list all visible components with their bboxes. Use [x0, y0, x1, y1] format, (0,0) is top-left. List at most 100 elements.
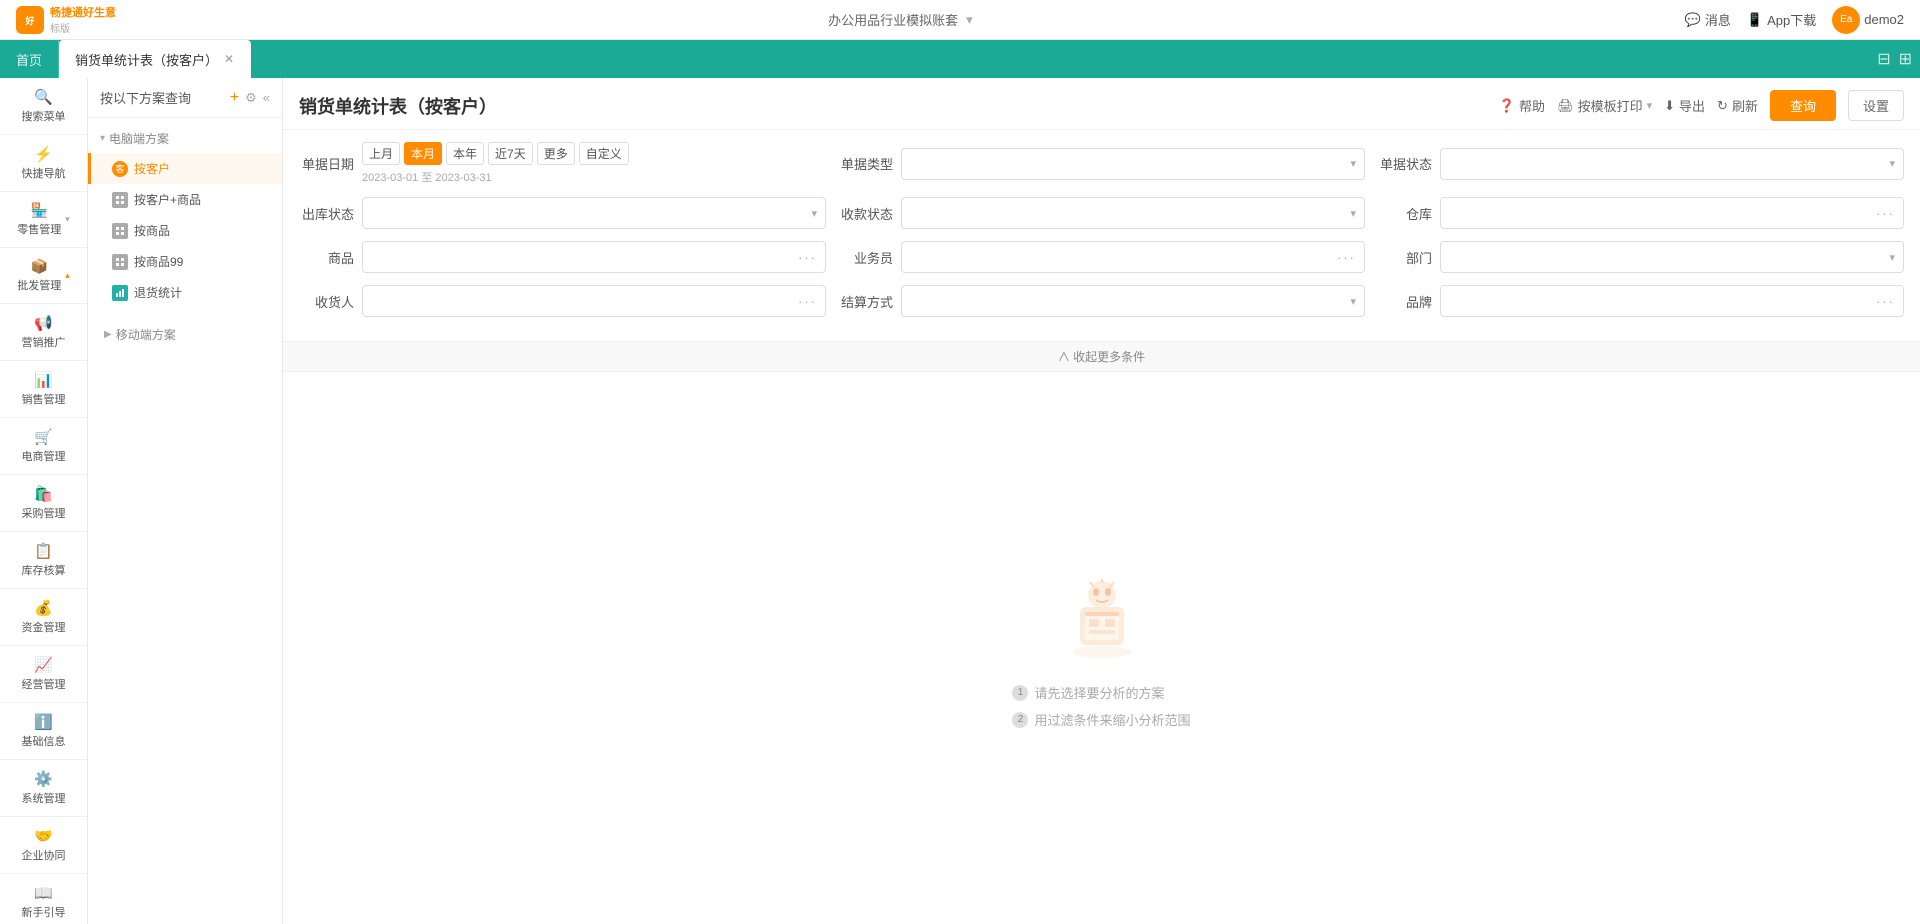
- scheme-by-customer[interactable]: 客 按客户: [88, 153, 282, 184]
- receiver-label: 收货人: [299, 292, 354, 311]
- sales-stat-tab-label: 销货单统计表（按客户）: [75, 50, 218, 69]
- settlement-select[interactable]: ▾: [901, 285, 1365, 317]
- help-btn[interactable]: ❓ 帮助: [1499, 96, 1545, 115]
- logo-icon: 好: [16, 6, 44, 34]
- sidebar-item-marketing[interactable]: 📢 营销推广: [0, 304, 87, 361]
- goods-select[interactable]: ···: [362, 241, 826, 273]
- left-panel-header: 按以下方案查询 + ⚙ «: [88, 78, 282, 118]
- salesperson-label: 业务员: [838, 248, 893, 267]
- sidebar-item-ecommerce[interactable]: 🛒 电商管理: [0, 418, 87, 475]
- scheme-by-goods[interactable]: 按商品: [88, 215, 282, 246]
- chevron-down-icon[interactable]: ▾: [966, 12, 973, 28]
- goods-filter-item: 商品 ···: [299, 241, 826, 273]
- warehouse-label: 仓库: [1377, 204, 1432, 223]
- salesperson-dots-icon: ···: [1337, 250, 1356, 265]
- receiver-select[interactable]: ···: [362, 285, 826, 317]
- mobile-scheme-label[interactable]: ▶ 移动端方案: [88, 320, 282, 349]
- finance-icon: 💰: [4, 599, 83, 617]
- inventory-icon: 📋: [4, 542, 83, 560]
- out-status-label: 出库状态: [299, 204, 354, 223]
- sidebar-item-wholesale-mgmt[interactable]: 📦 批发管理 ▴: [0, 248, 87, 304]
- left-panel: 按以下方案查询 + ⚙ « ▾ 电脑端方案 客 按客户: [88, 78, 283, 924]
- search-icon: 🔍: [4, 88, 83, 106]
- export-icon: ⬇: [1664, 98, 1675, 114]
- tab-minimize-icon[interactable]: ⊟: [1877, 49, 1890, 69]
- brand-dots-icon: ···: [1876, 294, 1895, 309]
- sidebar-item-sales-mgmt[interactable]: 📊 销售管理: [0, 361, 87, 418]
- sidebar-item-operation[interactable]: 📈 经营管理: [0, 646, 87, 703]
- date-btn-more[interactable]: 更多: [537, 142, 575, 165]
- logo-area: 好 畅捷通好生意 标版: [16, 4, 116, 35]
- doc-type-filter-item: 单据类型 ▾: [838, 148, 1365, 180]
- app-download-btn[interactable]: 📱 App下载: [1747, 10, 1816, 29]
- tab-close-icon[interactable]: ✕: [224, 52, 234, 66]
- date-btn-this-year[interactable]: 本年: [446, 142, 484, 165]
- doc-type-select[interactable]: ▾: [901, 148, 1365, 180]
- salesperson-filter-item: 业务员 ···: [838, 241, 1365, 273]
- scheme-by-goods-99[interactable]: 按商品99: [88, 246, 282, 277]
- department-label: 部门: [1377, 248, 1432, 267]
- doc-status-select[interactable]: ▾: [1440, 148, 1904, 180]
- sidebar-item-enterprise[interactable]: 🤝 企业协同: [0, 817, 87, 874]
- brand-select[interactable]: ···: [1440, 285, 1904, 317]
- tab-home[interactable]: 首页: [0, 40, 59, 78]
- date-btn-last-7[interactable]: 近7天: [488, 142, 533, 165]
- scheme-by-customer-goods[interactable]: 按客户+商品: [88, 184, 282, 215]
- right-content: 销货单统计表（按客户） ❓ 帮助 🖨 按模板打印 ▾ ⬇ 导出: [283, 78, 1920, 924]
- doc-status-filter-item: 单据状态 ▾: [1377, 148, 1904, 180]
- department-select[interactable]: ▾: [1440, 241, 1904, 273]
- tab-bar-actions: ⊟ ⊞: [1877, 49, 1920, 69]
- sidebar-item-guide[interactable]: 📖 新手引导: [0, 874, 87, 924]
- receipt-status-select[interactable]: ▾: [901, 197, 1365, 229]
- scheme-return-stat[interactable]: 退货统计: [88, 277, 282, 308]
- tab-expand-icon[interactable]: ⊞: [1899, 49, 1912, 69]
- doc-type-chevron-icon: ▾: [1350, 157, 1356, 170]
- receipt-status-filter-item: 收款状态 ▾: [838, 197, 1365, 229]
- department-chevron-icon: ▾: [1889, 251, 1895, 264]
- receipt-status-label: 收款状态: [838, 204, 893, 223]
- sidebar-item-retail-mgmt[interactable]: 🏪 零售管理 ▾: [0, 192, 87, 248]
- sidebar-item-search-menu[interactable]: 🔍 搜索菜单: [0, 78, 87, 135]
- sidebar-item-finance[interactable]: 💰 资金管理: [0, 589, 87, 646]
- date-btn-custom[interactable]: 自定义: [579, 142, 629, 165]
- out-status-select[interactable]: ▾: [362, 197, 826, 229]
- date-btn-this-month[interactable]: 本月: [404, 142, 442, 165]
- collapse-panel-btn[interactable]: «: [263, 90, 270, 105]
- template-print-btn[interactable]: 🖨 按模板打印 ▾: [1557, 96, 1652, 115]
- guide-icon: 📖: [4, 884, 83, 902]
- add-scheme-btn[interactable]: +: [230, 89, 239, 107]
- query-button[interactable]: 查询: [1770, 90, 1836, 121]
- out-status-chevron-icon: ▾: [811, 207, 817, 220]
- sidebar-item-quick-nav[interactable]: ⚡ 快捷导航: [0, 135, 87, 192]
- salesperson-select[interactable]: ···: [901, 241, 1365, 273]
- doc-status-chevron-icon: ▾: [1889, 157, 1895, 170]
- refresh-btn[interactable]: ↻ 刷新: [1717, 96, 1758, 115]
- settings-button[interactable]: 设置: [1848, 90, 1904, 121]
- date-btn-last-month[interactable]: 上月: [362, 142, 400, 165]
- enterprise-icon: 🤝: [4, 827, 83, 845]
- export-btn[interactable]: ⬇ 导出: [1664, 96, 1705, 115]
- tab-sales-stat[interactable]: 销货单统计表（按客户） ✕: [59, 40, 251, 78]
- message-btn[interactable]: 💬 消息: [1685, 10, 1731, 29]
- empty-state: 1 请先选择要分析的方案 2 用过滤条件来缩小分析范围: [283, 372, 1920, 924]
- sidebar-item-system[interactable]: ⚙️ 系统管理: [0, 760, 87, 817]
- warehouse-select[interactable]: ···: [1440, 197, 1904, 229]
- sidebar-item-inventory[interactable]: 📋 库存核算: [0, 532, 87, 589]
- top-bar-breadcrumb: 办公用品行业模拟账套 ▾: [828, 10, 973, 29]
- chevron-down-icon: ▾: [100, 133, 105, 144]
- goods-dots-icon: ···: [798, 250, 817, 265]
- date-label: 单据日期: [299, 154, 354, 173]
- user-avatar-area[interactable]: Ea demo2: [1832, 6, 1904, 34]
- page-title: 销货单统计表（按客户）: [299, 93, 497, 119]
- brand-label: 品牌: [1377, 292, 1432, 311]
- sidebar: 🔍 搜索菜单 ⚡ 快捷导航 🏪 零售管理 ▾ 📦 批发管理 ▴ 📢 营销推广: [0, 78, 88, 924]
- print-icon: 🖨: [1557, 98, 1574, 114]
- logo-text: 畅捷通好生意 标版: [50, 4, 116, 35]
- collapse-more-conditions-btn[interactable]: ∧ 收起更多条件: [283, 341, 1920, 372]
- sidebar-item-basic-info[interactable]: ℹ️ 基础信息: [0, 703, 87, 760]
- arrow-up-icon: ▴: [65, 270, 70, 281]
- sidebar-item-purchase[interactable]: 🛍️ 采购管理: [0, 475, 87, 532]
- avatar: Ea: [1832, 6, 1860, 34]
- desktop-scheme-label[interactable]: ▾ 电脑端方案: [88, 124, 282, 153]
- settings-scheme-btn[interactable]: ⚙: [245, 90, 257, 106]
